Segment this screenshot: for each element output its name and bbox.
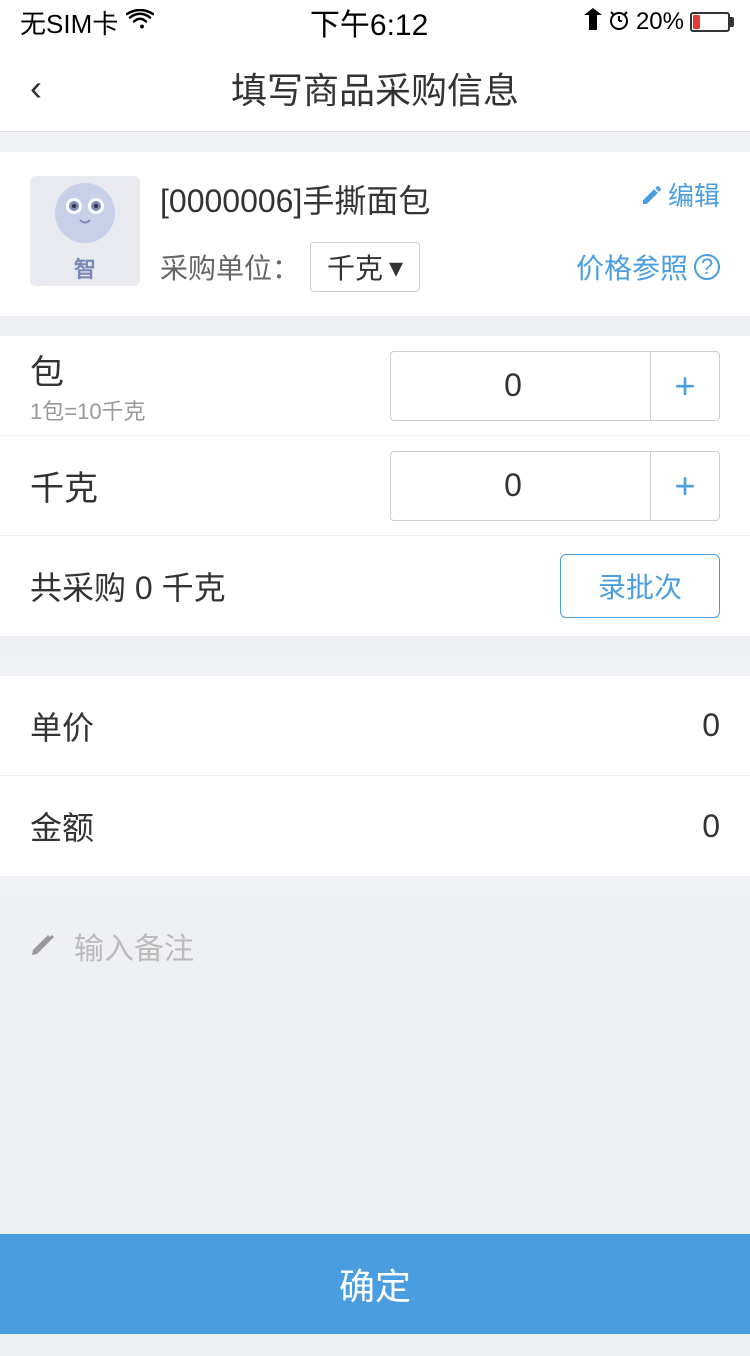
unit-select[interactable]: 千克 ▾: [310, 242, 420, 292]
unit-label: 采购单位：: [160, 247, 300, 287]
unit-price-label: 单价: [30, 703, 94, 749]
amount-row: 金额 0: [0, 776, 750, 876]
bag-label: 包: [30, 345, 190, 394]
product-image: 智: [30, 176, 140, 286]
product-name: [0000006]手撕面包: [160, 176, 430, 222]
product-logo: 智: [74, 252, 96, 284]
status-bar: 无SIM卡 下午6:12 20%: [0, 0, 750, 44]
battery-percentage: 20%: [636, 8, 684, 36]
bag-quantity-input[interactable]: [390, 351, 650, 421]
confirm-button[interactable]: 确定: [339, 1258, 411, 1310]
help-icon: ?: [694, 254, 720, 280]
price-ref-button[interactable]: 价格参照 ?: [576, 247, 720, 287]
remark-placeholder[interactable]: 输入备注: [74, 924, 194, 968]
bag-input-row: 包 1包=10千克 +: [0, 336, 750, 436]
confirm-bar[interactable]: 确定: [0, 1234, 750, 1334]
pencil-icon: [30, 929, 58, 964]
status-right: 20%: [584, 8, 730, 37]
back-button[interactable]: ‹: [30, 67, 42, 109]
nav-bar: ‹ 填写商品采购信息: [0, 44, 750, 132]
divider-1: [0, 316, 750, 336]
kg-input-row: 千克 +: [0, 436, 750, 536]
detail-section: 单价 0 金额 0: [0, 676, 750, 876]
battery-icon: [690, 12, 730, 32]
status-left: 无SIM卡: [20, 4, 154, 41]
summary-row: 共采购 0 千克 录批次: [0, 536, 750, 636]
kg-label: 千克: [30, 461, 190, 510]
bag-sub-label: 1包=10千克: [30, 394, 190, 426]
status-time: 下午6:12: [310, 0, 428, 44]
carrier-label: 无SIM卡: [20, 4, 118, 41]
amount-label: 金额: [30, 803, 94, 849]
kg-plus-button[interactable]: +: [650, 451, 720, 521]
bag-plus-button[interactable]: +: [650, 351, 720, 421]
batch-button[interactable]: 录批次: [560, 554, 720, 618]
alarm-icon: [608, 8, 630, 37]
page-title: 填写商品采购信息: [231, 62, 519, 114]
divider-2: [0, 636, 750, 656]
unit-price-row: 单价 0: [0, 676, 750, 776]
edit-button[interactable]: 编辑: [640, 176, 720, 213]
remark-section[interactable]: 输入备注: [0, 896, 750, 996]
amount-value: 0: [702, 808, 720, 845]
wifi-icon: [126, 7, 154, 38]
unit-price-value: 0: [702, 707, 720, 744]
product-info: [0000006]手撕面包 编辑 采购单位： 千克 ▾ 价格参照 ?: [160, 176, 720, 292]
kg-quantity-input[interactable]: [390, 451, 650, 521]
product-card: 智 [0000006]手撕面包 编辑 采购单位： 千克 ▾ 价格参照 ?: [0, 152, 750, 316]
input-section: 包 1包=10千克 + 千克 +: [0, 336, 750, 536]
location-icon: [584, 8, 602, 37]
dropdown-icon: ▾: [389, 251, 403, 284]
summary-text: 共采购 0 千克: [30, 563, 226, 609]
